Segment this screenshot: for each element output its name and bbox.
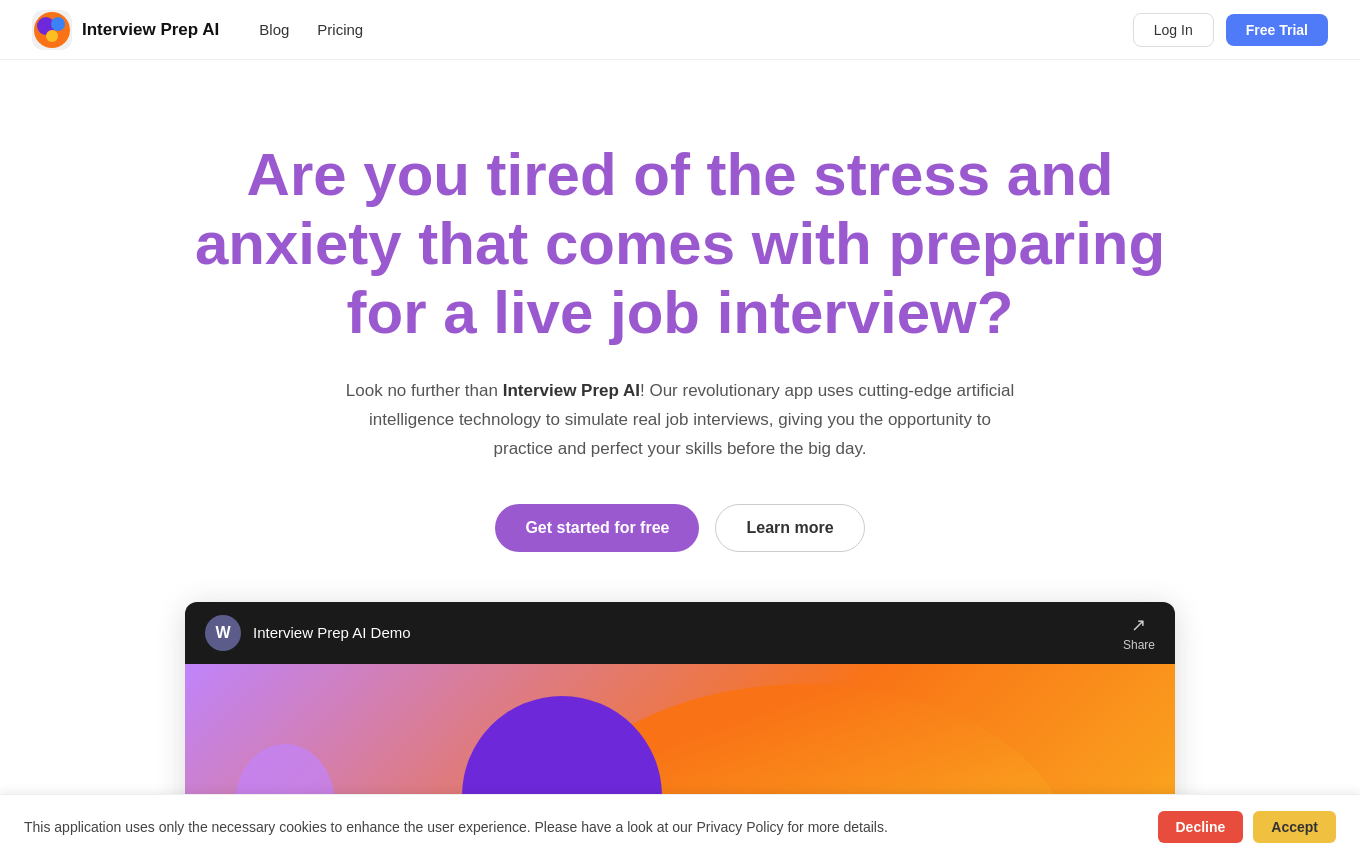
cookie-buttons: Decline Accept [1158,811,1337,843]
nav-logo[interactable]: Interview Prep AI [32,10,219,50]
cookie-banner: This application uses only the necessary… [0,794,1360,859]
hero-subtitle: Look no further than Interview Prep AI! … [340,377,1020,464]
nav-links: Blog Pricing [259,21,1132,38]
nav-link-pricing[interactable]: Pricing [317,21,363,38]
hero-title: Are you tired of the stress and anxiety … [170,140,1190,347]
svg-point-3 [51,17,65,31]
subtitle-brand: Interview Prep AI [503,381,640,400]
video-title-text: Interview Prep AI Demo [253,624,411,641]
share-icon: ↗ [1131,614,1146,636]
learn-more-button[interactable]: Learn more [715,504,864,552]
nav-link-blog[interactable]: Blog [259,21,289,38]
get-started-button[interactable]: Get started for free [495,504,699,552]
brand-name: Interview Prep AI [82,20,219,40]
video-title-row: W Interview Prep AI Demo [205,615,411,651]
subtitle-prefix: Look no further than [346,381,503,400]
free-trial-button[interactable]: Free Trial [1226,14,1328,46]
nav-actions: Log In Free Trial [1133,13,1328,47]
logo-icon [32,10,72,50]
video-share-button[interactable]: ↗ Share [1123,614,1155,652]
navbar: Interview Prep AI Blog Pricing Log In Fr… [0,0,1360,60]
video-header: W Interview Prep AI Demo ↗ Share [185,602,1175,664]
hero-buttons: Get started for free Learn more [170,504,1190,552]
cookie-text: This application uses only the necessary… [24,819,1138,835]
login-button[interactable]: Log In [1133,13,1214,47]
hero-section: Are you tired of the stress and anxiety … [130,60,1230,859]
video-avatar: W [205,615,241,651]
share-label: Share [1123,638,1155,652]
accept-button[interactable]: Accept [1253,811,1336,843]
svg-point-4 [46,30,58,42]
decline-button[interactable]: Decline [1158,811,1244,843]
